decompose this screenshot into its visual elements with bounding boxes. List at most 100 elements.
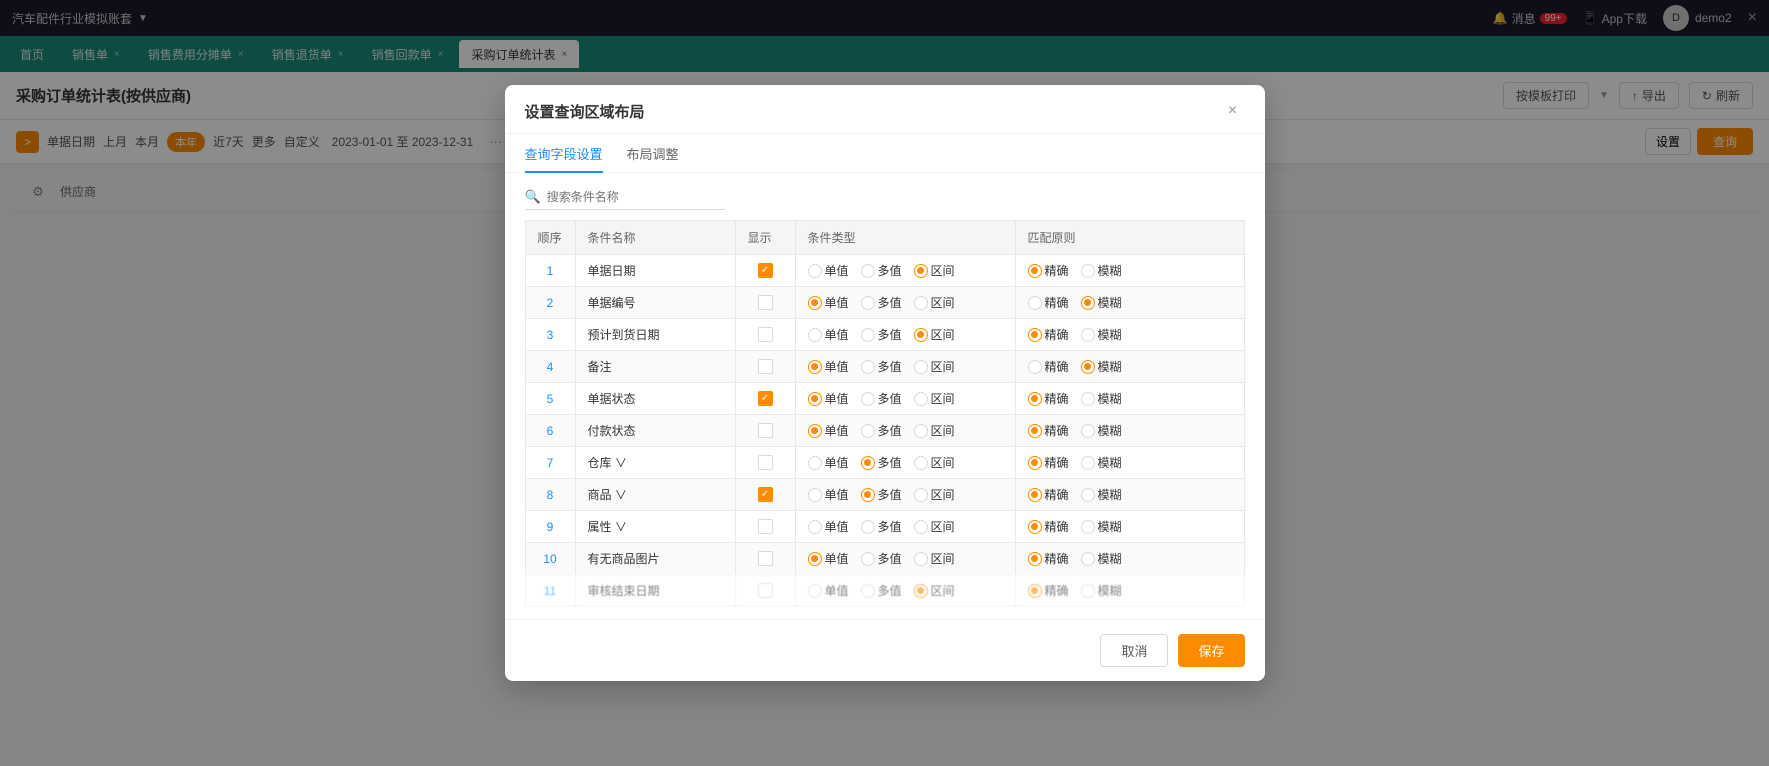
type-multi-8[interactable]: 多值 (861, 486, 902, 503)
match-exact-2[interactable]: 精确 (1028, 294, 1069, 311)
cell-name-11: 审核结束日期 (576, 575, 736, 606)
type-single-6[interactable]: 单值 (808, 422, 849, 439)
cell-name-2: 单据编号 (576, 287, 736, 318)
type-multi-2[interactable]: 多值 (861, 294, 902, 311)
cell-match-4: 精确 模糊 (1016, 351, 1236, 382)
match-fuzzy-8[interactable]: 模糊 (1081, 486, 1122, 503)
radio-fuzzy-circle-1 (1081, 264, 1095, 278)
search-input[interactable] (547, 190, 725, 204)
display-checkbox-2[interactable] (758, 295, 773, 310)
match-exact-1[interactable]: 精确 (1028, 262, 1069, 279)
type-single-3[interactable]: 单值 (808, 326, 849, 343)
type-single-10[interactable]: 单值 (808, 550, 849, 567)
display-checkbox-11[interactable] (758, 583, 773, 598)
radio-multi-circle-1 (861, 264, 875, 278)
type-single-1[interactable]: 单值 (808, 262, 849, 279)
table-row: 4 备注 单值 (525, 350, 1245, 382)
type-range-5[interactable]: 区间 (914, 390, 955, 407)
cell-order-7: 7 (526, 447, 576, 478)
cell-match-10: 精确 模糊 (1016, 543, 1236, 574)
match-exact-6[interactable]: 精确 (1028, 422, 1069, 439)
save-button[interactable]: 保存 (1178, 634, 1244, 667)
display-checkbox-1[interactable] (758, 263, 773, 278)
type-range-10[interactable]: 区间 (914, 550, 955, 567)
match-fuzzy-4[interactable]: 模糊 (1081, 358, 1122, 375)
cell-match-8: 精确 模糊 (1016, 479, 1236, 510)
cell-order-3: 3 (526, 319, 576, 350)
tab-query-fields[interactable]: 查询字段设置 (525, 134, 603, 173)
display-checkbox-7[interactable] (758, 455, 773, 470)
match-exact-3[interactable]: 精确 (1028, 326, 1069, 343)
match-fuzzy-6[interactable]: 模糊 (1081, 422, 1122, 439)
type-multi-3[interactable]: 多值 (861, 326, 902, 343)
dialog-body: 🔍 顺序 条件名称 显示 条件类型 匹配原则 1 (505, 173, 1265, 619)
type-single-4[interactable]: 单值 (808, 358, 849, 375)
match-exact-8[interactable]: 精确 (1028, 486, 1069, 503)
cell-name-10: 有无商品图片 (576, 543, 736, 574)
type-multi-9[interactable]: 多值 (861, 518, 902, 535)
display-checkbox-9[interactable] (758, 519, 773, 534)
type-multi-5[interactable]: 多值 (861, 390, 902, 407)
cancel-button[interactable]: 取消 (1100, 634, 1168, 667)
type-range-6[interactable]: 区间 (914, 422, 955, 439)
display-checkbox-3[interactable] (758, 327, 773, 342)
type-range-3[interactable]: 区间 (914, 326, 955, 343)
settings-table-body: 1 单据日期 单值 (525, 254, 1245, 607)
match-fuzzy-10[interactable]: 模糊 (1081, 550, 1122, 567)
radio-exact-circle-1 (1028, 264, 1042, 278)
match-exact-5[interactable]: 精确 (1028, 390, 1069, 407)
match-exact-9[interactable]: 精确 (1028, 518, 1069, 535)
match-exact-7[interactable]: 精确 (1028, 454, 1069, 471)
cell-order-1: 1 (526, 255, 576, 286)
type-range-7[interactable]: 区间 (914, 454, 955, 471)
match-exact-10[interactable]: 精确 (1028, 550, 1069, 567)
type-single-8[interactable]: 单值 (808, 486, 849, 503)
type-range-8[interactable]: 区间 (914, 486, 955, 503)
type-multi-7[interactable]: 多值 (861, 454, 902, 471)
type-range-4[interactable]: 区间 (914, 358, 955, 375)
cell-display-7 (736, 447, 796, 478)
cell-display-8 (736, 479, 796, 510)
type-multi-1[interactable]: 多值 (861, 262, 902, 279)
type-multi-4[interactable]: 多值 (861, 358, 902, 375)
match-fuzzy-2[interactable]: 模糊 (1081, 294, 1122, 311)
match-exact-4[interactable]: 精确 (1028, 358, 1069, 375)
type-range-2[interactable]: 区间 (914, 294, 955, 311)
type-single-9[interactable]: 单值 (808, 518, 849, 535)
cell-match-1: 精确 模糊 (1016, 255, 1236, 286)
tab-layout-adjust[interactable]: 布局调整 (627, 134, 679, 173)
type-range-9[interactable]: 区间 (914, 518, 955, 535)
type-range-1[interactable]: 区间 (914, 262, 955, 279)
th-display: 显示 (736, 221, 796, 254)
display-checkbox-10[interactable] (758, 551, 773, 566)
cell-type-7: 单值 多值 区间 (796, 447, 1016, 478)
match-fuzzy-9[interactable]: 模糊 (1081, 518, 1122, 535)
cell-order-11: 11 (526, 575, 576, 606)
cell-type-6: 单值 多值 区间 (796, 415, 1016, 446)
th-name: 条件名称 (576, 221, 736, 254)
cell-name-1: 单据日期 (576, 255, 736, 286)
type-single-7[interactable]: 单值 (808, 454, 849, 471)
type-radio-group-1: 单值 多值 区间 (808, 262, 955, 279)
cell-order-8: 8 (526, 479, 576, 510)
match-fuzzy-1[interactable]: 模糊 (1081, 262, 1122, 279)
table-row: 7 仓库 ∨ 单值 (525, 446, 1245, 478)
display-checkbox-5[interactable] (758, 391, 773, 406)
type-single-5[interactable]: 单值 (808, 390, 849, 407)
type-multi-6[interactable]: 多值 (861, 422, 902, 439)
cell-match-3: 精确 模糊 (1016, 319, 1236, 350)
cell-order-4: 4 (526, 351, 576, 382)
display-checkbox-4[interactable] (758, 359, 773, 374)
dialog-close-btn[interactable]: × (1221, 99, 1245, 123)
match-fuzzy-5[interactable]: 模糊 (1081, 390, 1122, 407)
match-fuzzy-7[interactable]: 模糊 (1081, 454, 1122, 471)
type-single-2[interactable]: 单值 (808, 294, 849, 311)
dialog-overlay: 设置查询区域布局 × 查询字段设置 布局调整 🔍 顺序 (0, 0, 1769, 766)
type-multi-10[interactable]: 多值 (861, 550, 902, 567)
table-row: 8 商品 ∨ 单值 (525, 478, 1245, 510)
dialog-tabs: 查询字段设置 布局调整 (505, 134, 1265, 173)
display-checkbox-6[interactable] (758, 423, 773, 438)
display-checkbox-8[interactable] (758, 487, 773, 502)
match-fuzzy-3[interactable]: 模糊 (1081, 326, 1122, 343)
dialog-title: 设置查询区域布局 (525, 101, 645, 122)
